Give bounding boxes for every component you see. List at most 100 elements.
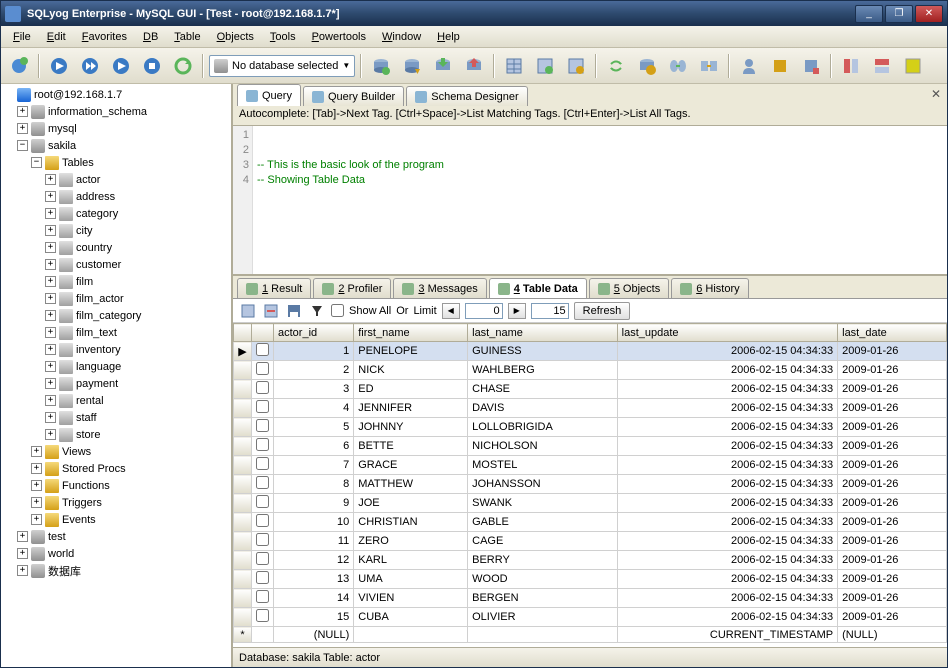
cell-first-name[interactable]: CHRISTIAN (354, 513, 468, 532)
tab-query-builder[interactable]: Query Builder (303, 86, 404, 106)
cell-actor-id[interactable]: 3 (274, 380, 354, 399)
table-row[interactable]: 8MATTHEWJOHANSSON2006-02-15 04:34:332009… (234, 475, 947, 494)
tree-expander[interactable]: + (45, 378, 56, 389)
table-button[interactable] (500, 52, 528, 80)
col-last_update[interactable]: last_update (617, 324, 837, 342)
tree-table-actor[interactable]: +actor (3, 171, 229, 188)
tree-expander[interactable]: + (31, 514, 42, 525)
cell-last-date[interactable]: 2009-01-26 (838, 513, 947, 532)
cell-last-date[interactable]: (NULL) (838, 627, 947, 643)
cell-last-name[interactable]: BERRY (468, 551, 618, 570)
table-row[interactable]: ▶1PENELOPEGUINESS2006-02-15 04:34:332009… (234, 342, 947, 361)
tab-schema-designer[interactable]: Schema Designer (406, 86, 527, 106)
cell-last-name[interactable] (468, 627, 618, 643)
cell-actor-id[interactable]: 13 (274, 570, 354, 589)
tree-db-数据库[interactable]: +数据库 (3, 562, 229, 579)
menu-powertools[interactable]: Powertools (304, 28, 374, 46)
tree-table-city[interactable]: +city (3, 222, 229, 239)
maximize-button[interactable]: ❐ (885, 5, 913, 23)
tree-expander[interactable]: + (17, 123, 28, 134)
delete-row-button[interactable] (262, 302, 280, 320)
cell-actor-id[interactable]: 5 (274, 418, 354, 437)
cell-first-name[interactable]: VIVIEN (354, 589, 468, 608)
result-tab-history[interactable]: 6 History (671, 278, 748, 298)
cell-last-name[interactable]: LOLLOBRIGIDA (468, 418, 618, 437)
view-button-2[interactable] (868, 52, 896, 80)
cell-last-name[interactable]: BERGEN (468, 589, 618, 608)
tree-db-sakila[interactable]: −sakila (3, 137, 229, 154)
cell-last-date[interactable]: 2009-01-26 (838, 437, 947, 456)
insert-row-button[interactable] (239, 302, 257, 320)
tree-table-rental[interactable]: +rental (3, 392, 229, 409)
tree-table-film[interactable]: +film (3, 273, 229, 290)
cell-first-name[interactable]: UMA (354, 570, 468, 589)
cell-actor-id[interactable]: 9 (274, 494, 354, 513)
tree-folder-views[interactable]: +Views (3, 443, 229, 460)
tree-expander[interactable]: + (45, 293, 56, 304)
cell-last-date[interactable]: 2009-01-26 (838, 456, 947, 475)
limit-to-input[interactable] (531, 303, 569, 319)
tree-expander[interactable]: + (45, 310, 56, 321)
tree-table-store[interactable]: +store (3, 426, 229, 443)
cell-last-update[interactable]: 2006-02-15 04:34:33 (617, 437, 837, 456)
tree-expander[interactable]: + (31, 446, 42, 457)
tree-expander[interactable]: + (45, 225, 56, 236)
index-button[interactable] (562, 52, 590, 80)
sync-button[interactable] (602, 52, 630, 80)
cell-last-date[interactable]: 2009-01-26 (838, 361, 947, 380)
cell-last-date[interactable]: 2009-01-26 (838, 399, 947, 418)
format-button[interactable] (138, 52, 166, 80)
cell-actor-id[interactable]: 6 (274, 437, 354, 456)
cell-first-name[interactable]: JENNIFER (354, 399, 468, 418)
tree-expander[interactable]: + (31, 463, 42, 474)
menu-tools[interactable]: Tools (262, 28, 304, 46)
tree-db-information_schema[interactable]: +information_schema (3, 103, 229, 120)
execute-all-button[interactable] (76, 52, 104, 80)
table-row[interactable]: 11ZEROCAGE2006-02-15 04:34:332009-01-26 (234, 532, 947, 551)
menu-window[interactable]: Window (374, 28, 429, 46)
tree-folder-triggers[interactable]: +Triggers (3, 494, 229, 511)
table-row[interactable]: 15CUBAOLIVIER2006-02-15 04:34:332009-01-… (234, 608, 947, 627)
table-row[interactable]: 2NICKWAHLBERG2006-02-15 04:34:332009-01-… (234, 361, 947, 380)
cell-actor-id[interactable]: 11 (274, 532, 354, 551)
new-connection-button[interactable] (5, 52, 33, 80)
tree-table-inventory[interactable]: +inventory (3, 341, 229, 358)
cell-last-update[interactable]: 2006-02-15 04:34:33 (617, 342, 837, 361)
limit-from-input[interactable] (465, 303, 503, 319)
tree-db-world[interactable]: +world (3, 545, 229, 562)
table-row[interactable]: 10CHRISTIANGABLE2006-02-15 04:34:332009-… (234, 513, 947, 532)
prev-page-button[interactable]: ◀ (442, 303, 460, 319)
menu-file[interactable]: File (5, 28, 39, 46)
tree-expander[interactable]: + (45, 429, 56, 440)
migrate-button[interactable] (664, 52, 692, 80)
row-checkbox[interactable] (252, 380, 274, 399)
cell-actor-id[interactable]: 12 (274, 551, 354, 570)
result-tab-table-data[interactable]: 4 Table Data (489, 278, 587, 298)
tree-expander[interactable]: − (17, 140, 28, 151)
cell-first-name[interactable] (354, 627, 468, 643)
row-checkbox[interactable] (252, 361, 274, 380)
menu-table[interactable]: Table (166, 28, 208, 46)
row-checkbox[interactable] (252, 589, 274, 608)
code-area[interactable]: -- This is the basic look of the program… (253, 126, 947, 274)
cell-last-update[interactable]: 2006-02-15 04:34:33 (617, 570, 837, 589)
export-button[interactable] (460, 52, 488, 80)
row-checkbox[interactable] (252, 456, 274, 475)
tree-root[interactable]: root@192.168.1.7 (3, 86, 229, 103)
filter-button[interactable] (308, 302, 326, 320)
tree-folder-functions[interactable]: +Functions (3, 477, 229, 494)
cell-first-name[interactable]: JOE (354, 494, 468, 513)
tree-expander[interactable]: + (45, 344, 56, 355)
row-checkbox[interactable] (252, 608, 274, 627)
row-checkbox[interactable] (252, 570, 274, 589)
tree-folder-tables[interactable]: −Tables (3, 154, 229, 171)
cell-last-name[interactable]: CAGE (468, 532, 618, 551)
view-button-3[interactable] (899, 52, 927, 80)
show-all-checkbox[interactable] (331, 304, 344, 317)
cell-actor-id[interactable]: 14 (274, 589, 354, 608)
row-checkbox[interactable] (252, 475, 274, 494)
table-row[interactable]: 13UMAWOOD2006-02-15 04:34:332009-01-26 (234, 570, 947, 589)
tree-table-language[interactable]: +language (3, 358, 229, 375)
tree-table-country[interactable]: +country (3, 239, 229, 256)
table-row[interactable]: 3EDCHASE2006-02-15 04:34:332009-01-26 (234, 380, 947, 399)
